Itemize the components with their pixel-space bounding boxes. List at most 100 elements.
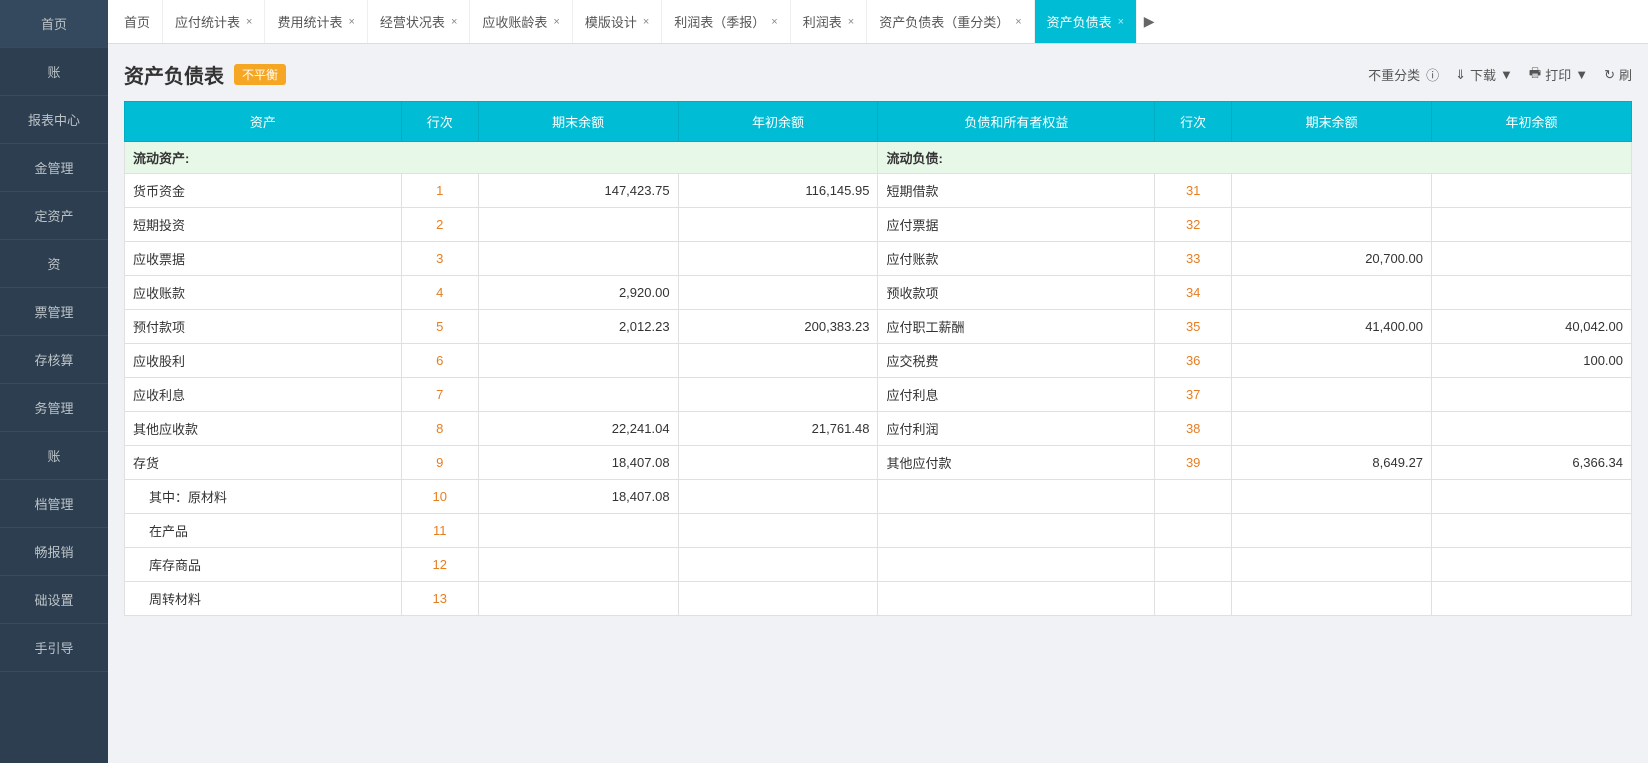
cell-seq: 12	[401, 548, 478, 582]
tab-close-balance-sheet[interactable]: ×	[1118, 16, 1124, 28]
chevron-down-icon-print: ▼	[1575, 67, 1588, 82]
cell-seq: 9	[401, 446, 478, 480]
sidebar-item-home[interactable]: 首页	[0, 0, 108, 48]
tab-template-design[interactable]: 模版设计 ×	[573, 0, 662, 44]
sidebar-item-ledger[interactable]: 账	[0, 48, 108, 96]
cell-end-balance: 18,407.08	[478, 446, 678, 480]
col-header-liab-begin: 年初余额	[1432, 102, 1632, 142]
table-row[interactable]: 其中：原材料 10 18,407.08	[125, 480, 1632, 514]
table-section-header: 流动资产: 流动负债:	[125, 142, 1632, 174]
tab-expense-stats[interactable]: 费用统计表 ×	[265, 0, 367, 44]
col-header-liab-end: 期末余额	[1232, 102, 1432, 142]
tab-close-balance-reclassified[interactable]: ×	[1015, 16, 1021, 28]
refresh-btn[interactable]: ↻ 刷	[1604, 65, 1632, 84]
table-row[interactable]: 库存商品 12	[125, 548, 1632, 582]
tab-close-payable-stats[interactable]: ×	[246, 16, 252, 28]
cell-begin-balance	[678, 378, 878, 412]
cell-begin-balance	[678, 242, 878, 276]
cell-seq: 10	[401, 480, 478, 514]
sidebar-item-tax-mgmt[interactable]: 务管理	[0, 384, 108, 432]
cell-liab-name: 其他应付款	[878, 446, 1155, 480]
tab-profit[interactable]: 利润表 ×	[791, 0, 867, 44]
sidebar-item-fund-mgmt[interactable]: 金管理	[0, 144, 108, 192]
tab-close-operations[interactable]: ×	[451, 16, 457, 28]
cell-asset-name: 周转材料	[125, 582, 402, 616]
tab-close-template-design[interactable]: ×	[643, 16, 649, 28]
print-btn[interactable]: 🖶 打印 ▼	[1529, 64, 1588, 86]
cell-begin-balance	[678, 582, 878, 616]
tab-receivable-aging[interactable]: 应收账龄表 ×	[470, 0, 572, 44]
cell-liab-end	[1232, 378, 1432, 412]
sidebar-item-invoice[interactable]: 票管理	[0, 288, 108, 336]
cell-liab-name: 应交税费	[878, 344, 1155, 378]
sidebar-item-fixed-assets[interactable]: 定资产	[0, 192, 108, 240]
sidebar-item-guide[interactable]: 手引导	[0, 624, 108, 672]
cell-end-balance	[478, 208, 678, 242]
cell-liab-seq	[1155, 480, 1232, 514]
cell-liab-seq	[1155, 582, 1232, 616]
cell-liab-begin	[1432, 548, 1632, 582]
cell-liab-seq: 33	[1155, 242, 1232, 276]
sidebar-item-account2[interactable]: 账	[0, 432, 108, 480]
cell-liab-begin	[1432, 242, 1632, 276]
cell-liab-seq: 35	[1155, 310, 1232, 344]
tab-close-profit-quarterly[interactable]: ×	[771, 16, 777, 28]
tab-profit-quarterly[interactable]: 利润表（季报） ×	[662, 0, 790, 44]
download-btn[interactable]: ⇓ 下载 ▼	[1455, 65, 1513, 84]
cell-begin-balance	[678, 548, 878, 582]
cell-asset-name: 短期投资	[125, 208, 402, 242]
cell-seq: 11	[401, 514, 478, 548]
tab-close-expense-stats[interactable]: ×	[348, 16, 354, 28]
tab-balance-sheet[interactable]: 资产负债表 ×	[1035, 0, 1137, 44]
tab-close-profit[interactable]: ×	[848, 16, 854, 28]
sidebar-item-archive[interactable]: 档管理	[0, 480, 108, 528]
tab-home[interactable]: 首页	[112, 0, 163, 44]
table-row[interactable]: 应收利息 7 应付利息 37	[125, 378, 1632, 412]
cell-liab-end	[1232, 276, 1432, 310]
tab-payable-stats[interactable]: 应付统计表 ×	[163, 0, 265, 44]
cell-liab-begin: 40,042.00	[1432, 310, 1632, 344]
cell-liab-end: 20,700.00	[1232, 242, 1432, 276]
cell-asset-name: 存货	[125, 446, 402, 480]
tab-operations[interactable]: 经营状况表 ×	[368, 0, 470, 44]
cell-liab-end	[1232, 344, 1432, 378]
cell-liab-seq: 36	[1155, 344, 1232, 378]
cell-liab-begin	[1432, 276, 1632, 310]
table-row[interactable]: 货币资金 1 147,423.75 116,145.95 短期借款 31	[125, 174, 1632, 208]
cell-liab-end	[1232, 582, 1432, 616]
report-table: 资产 行次 期末余额 年初余额 负债和所有者权益 行次 期末余额 年初余额 流动…	[124, 101, 1632, 616]
table-row[interactable]: 其他应收款 8 22,241.04 21,761.48 应付利润 38	[125, 412, 1632, 446]
table-row[interactable]: 预付款项 5 2,012.23 200,383.23 应付职工薪酬 35 41,…	[125, 310, 1632, 344]
sidebar-item-capital[interactable]: 资	[0, 240, 108, 288]
sidebar-item-expense[interactable]: 畅报销	[0, 528, 108, 576]
cell-seq: 13	[401, 582, 478, 616]
table-row[interactable]: 短期投资 2 应付票据 32	[125, 208, 1632, 242]
cell-end-balance	[478, 378, 678, 412]
cell-liab-begin	[1432, 174, 1632, 208]
cell-end-balance	[478, 548, 678, 582]
no-reclassify-btn[interactable]: 不重分类 ⓘ	[1368, 65, 1439, 84]
table-row[interactable]: 存货 9 18,407.08 其他应付款 39 8,649.27 6,366.3…	[125, 446, 1632, 480]
table-row[interactable]: 周转材料 13	[125, 582, 1632, 616]
tab-nav-right[interactable]: ▶	[1137, 0, 1161, 44]
tab-balance-reclassified[interactable]: 资产负债表（重分类） ×	[867, 0, 1034, 44]
table-row[interactable]: 应收账款 4 2,920.00 预收款项 34	[125, 276, 1632, 310]
sidebar-item-settings[interactable]: 础设置	[0, 576, 108, 624]
cell-liab-name: 应付职工薪酬	[878, 310, 1155, 344]
cell-end-balance: 22,241.04	[478, 412, 678, 446]
cell-seq: 7	[401, 378, 478, 412]
section-asset-label: 流动资产:	[125, 142, 878, 174]
cell-end-balance	[478, 344, 678, 378]
cell-asset-name: 货币资金	[125, 174, 402, 208]
cell-end-balance	[478, 514, 678, 548]
sidebar-item-report-center[interactable]: 报表中心	[0, 96, 108, 144]
cell-end-balance: 18,407.08	[478, 480, 678, 514]
table-row[interactable]: 应收股利 6 应交税费 36 100.00	[125, 344, 1632, 378]
sidebar-item-inventory[interactable]: 存核算	[0, 336, 108, 384]
table-row[interactable]: 应收票据 3 应付账款 33 20,700.00	[125, 242, 1632, 276]
cell-asset-name: 应收票据	[125, 242, 402, 276]
table-row[interactable]: 在产品 11	[125, 514, 1632, 548]
cell-liab-end: 41,400.00	[1232, 310, 1432, 344]
cell-liab-name	[878, 514, 1155, 548]
tab-close-receivable-aging[interactable]: ×	[553, 16, 559, 28]
